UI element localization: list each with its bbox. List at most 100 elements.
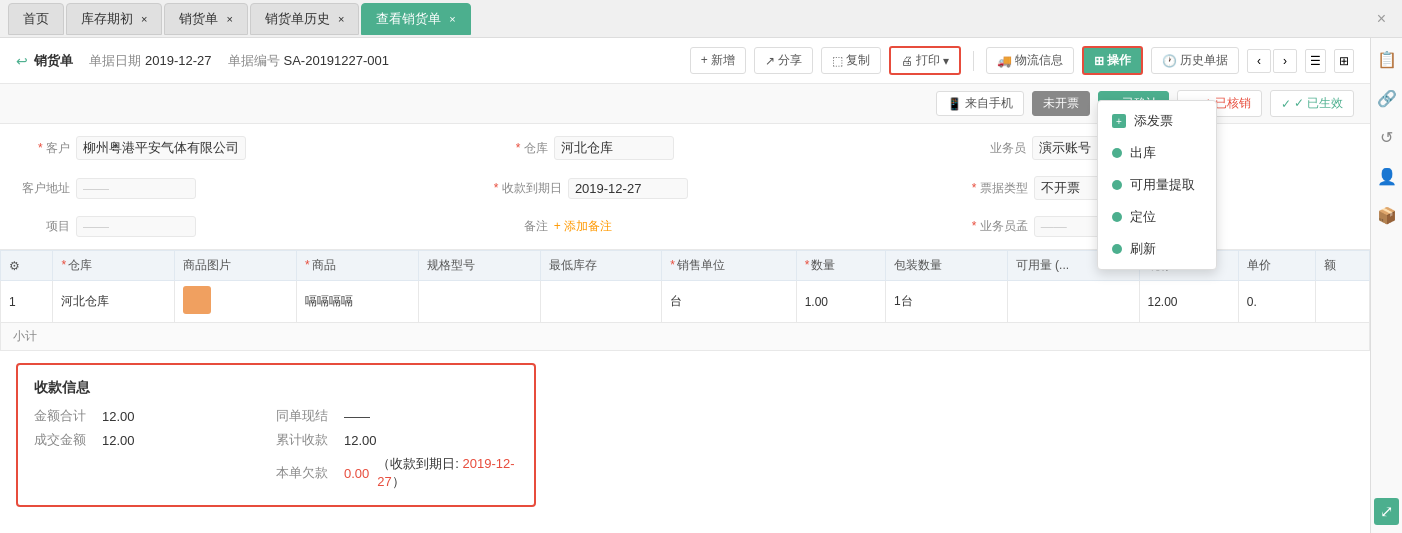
tab-bar: 首页 库存期初 × 销货单 × 销货单历史 × 查看销货单 × ×	[0, 0, 1402, 38]
owe-date: 2019-12-27	[377, 456, 514, 489]
dropdown-locate[interactable]: 定位	[1098, 201, 1216, 233]
transaction-row: 成交金额 12.00	[34, 431, 276, 449]
row-min-stock	[540, 281, 662, 323]
available-qty-label: 可用量提取	[1130, 176, 1195, 194]
share-button[interactable]: ↗ 分享	[754, 47, 813, 74]
customer-label: 客户	[16, 140, 76, 157]
list-view-btn[interactable]: ☰	[1305, 49, 1326, 73]
col-product-img: 商品图片	[175, 251, 297, 281]
print-icon: 🖨	[901, 54, 913, 68]
doc-date-group: 单据日期 2019-12-27	[89, 52, 212, 70]
add-invoice-label: 添发票	[1134, 112, 1173, 130]
project-value[interactable]: ——	[76, 216, 196, 237]
toolbar: + 新增 ↗ 分享 ⬚ 复制 🖨 打印 ▾	[690, 46, 1354, 75]
col-product: *商品	[297, 251, 419, 281]
expand-icon[interactable]: ⤢	[1374, 498, 1399, 525]
copy-label: 复制	[846, 52, 870, 69]
panel-icon-5[interactable]: 📦	[1373, 202, 1401, 229]
dropdown-available-qty[interactable]: 可用量提取	[1098, 169, 1216, 201]
payment-title: 收款信息	[34, 379, 518, 397]
note-label: 备注	[494, 218, 554, 235]
address-label: 客户地址	[16, 180, 76, 197]
not-open-label: 未开票	[1043, 95, 1079, 112]
logistics-button[interactable]: 🚚 物流信息	[986, 47, 1074, 74]
warehouse-label: 仓库	[494, 140, 554, 157]
window-close-button[interactable]: ×	[1369, 10, 1394, 28]
next-arrow[interactable]: ›	[1273, 49, 1297, 73]
col-min-stock: 最低库存	[540, 251, 662, 281]
cumulative-value: 12.00	[344, 433, 377, 448]
tab-inventory-label: 库存期初	[81, 10, 133, 28]
payment-date-value[interactable]: 2019-12-27	[568, 178, 688, 199]
panel-icon-2[interactable]: 🔗	[1373, 85, 1401, 112]
new-button[interactable]: + 新增	[690, 47, 746, 74]
total-amount-label: 金额合计	[34, 407, 94, 425]
settings-icon: ⚙	[9, 259, 20, 273]
transaction-value: 12.00	[102, 433, 135, 448]
panel-icon-4[interactable]: 👤	[1373, 163, 1401, 190]
print-button[interactable]: 🖨 打印 ▾	[889, 46, 961, 75]
divider1	[973, 51, 974, 71]
row-quantity: 1.00	[796, 281, 885, 323]
col-pack-qty: 包装数量	[885, 251, 1007, 281]
available-qty-icon	[1112, 180, 1122, 190]
tab-view-sales-close[interactable]: ×	[449, 13, 455, 25]
print-chevron: ▾	[943, 54, 949, 68]
tab-sales-history[interactable]: 销货单历史 ×	[250, 3, 359, 35]
dropdown-add-invoice[interactable]: + 添发票	[1098, 105, 1216, 137]
history-icon: 🕐	[1162, 54, 1177, 68]
project-group: 项目 ——	[16, 216, 494, 237]
col-unit-price: 单价	[1238, 251, 1315, 281]
payment-date-group: 收款到期日 2019-12-27	[494, 178, 972, 199]
prev-arrow[interactable]: ‹	[1247, 49, 1271, 73]
panel-icon-1[interactable]: 📋	[1373, 46, 1401, 73]
doc-date-label: 单据日期	[89, 52, 141, 70]
tab-home-label: 首页	[23, 10, 49, 28]
tab-inventory[interactable]: 库存期初 ×	[66, 3, 162, 35]
operations-button[interactable]: ⊞ 操作	[1082, 46, 1143, 75]
tab-sales-label: 销货单	[179, 10, 218, 28]
subtotal-label: 小计	[1, 323, 1370, 351]
owe-note: （收款到期日: 2019-12-27）	[377, 455, 518, 491]
col-spec: 规格型号	[418, 251, 540, 281]
document-header: ↩ 销货单 单据日期 2019-12-27 单据编号 SA-20191227-0…	[0, 38, 1370, 84]
tab-home[interactable]: 首页	[8, 3, 64, 35]
grid-view-btn[interactable]: ⊞	[1334, 49, 1354, 73]
tab-view-sales[interactable]: 查看销货单 ×	[361, 3, 470, 35]
col-settings[interactable]: ⚙	[1, 251, 53, 281]
owe-label: 本单欠款	[276, 464, 336, 482]
history-button[interactable]: 🕐 历史单据	[1151, 47, 1239, 74]
address-group: 客户地址 ——	[16, 178, 494, 199]
history-label: 历史单据	[1180, 52, 1228, 69]
logistics-label: 物流信息	[1015, 52, 1063, 69]
owe-row: 本单欠款 0.00 （收款到期日: 2019-12-27）	[276, 455, 518, 491]
tab-sales[interactable]: 销货单 ×	[164, 3, 247, 35]
not-open-button[interactable]: 未开票	[1032, 91, 1090, 116]
panel-icon-3[interactable]: ↺	[1376, 124, 1397, 151]
copy-button[interactable]: ⬚ 复制	[821, 47, 881, 74]
tab-sales-history-close[interactable]: ×	[338, 13, 344, 25]
warehouse-value[interactable]: 河北仓库	[554, 136, 674, 160]
customer-group: 客户 柳州粤港平安气体有限公司	[16, 136, 494, 160]
payment-section: 收款信息 金额合计 12.00 同单现结 —— 成交金额 12.00 累计收款 …	[16, 363, 536, 507]
from-phone-label: 来自手机	[965, 95, 1013, 112]
from-phone-button[interactable]: 📱 来自手机	[936, 91, 1024, 116]
add-note-button[interactable]: + 添加备注	[554, 218, 612, 235]
same-order-label: 同单现结	[276, 407, 336, 425]
tab-sales-close[interactable]: ×	[226, 13, 232, 25]
dropdown-refresh[interactable]: 刷新	[1098, 233, 1216, 265]
tab-view-sales-label: 查看销货单	[376, 10, 441, 28]
tab-inventory-close[interactable]: ×	[141, 13, 147, 25]
operations-dropdown: + 添发票 出库 可用量提取 定位 刷新	[1097, 100, 1217, 270]
dropdown-outbound[interactable]: 出库	[1098, 137, 1216, 169]
address-value[interactable]: ——	[76, 178, 196, 199]
effective-label: ✓ 已生效	[1294, 95, 1343, 112]
row-spec	[418, 281, 540, 323]
copy-icon: ⬚	[832, 54, 843, 68]
total-amount-value: 12.00	[102, 409, 135, 424]
col-warehouse: *仓库	[53, 251, 175, 281]
owe-value: 0.00	[344, 466, 369, 481]
effective-button[interactable]: ✓ ✓ 已生效	[1270, 90, 1354, 117]
project-label: 项目	[16, 218, 76, 235]
customer-value[interactable]: 柳州粤港平安气体有限公司	[76, 136, 246, 160]
